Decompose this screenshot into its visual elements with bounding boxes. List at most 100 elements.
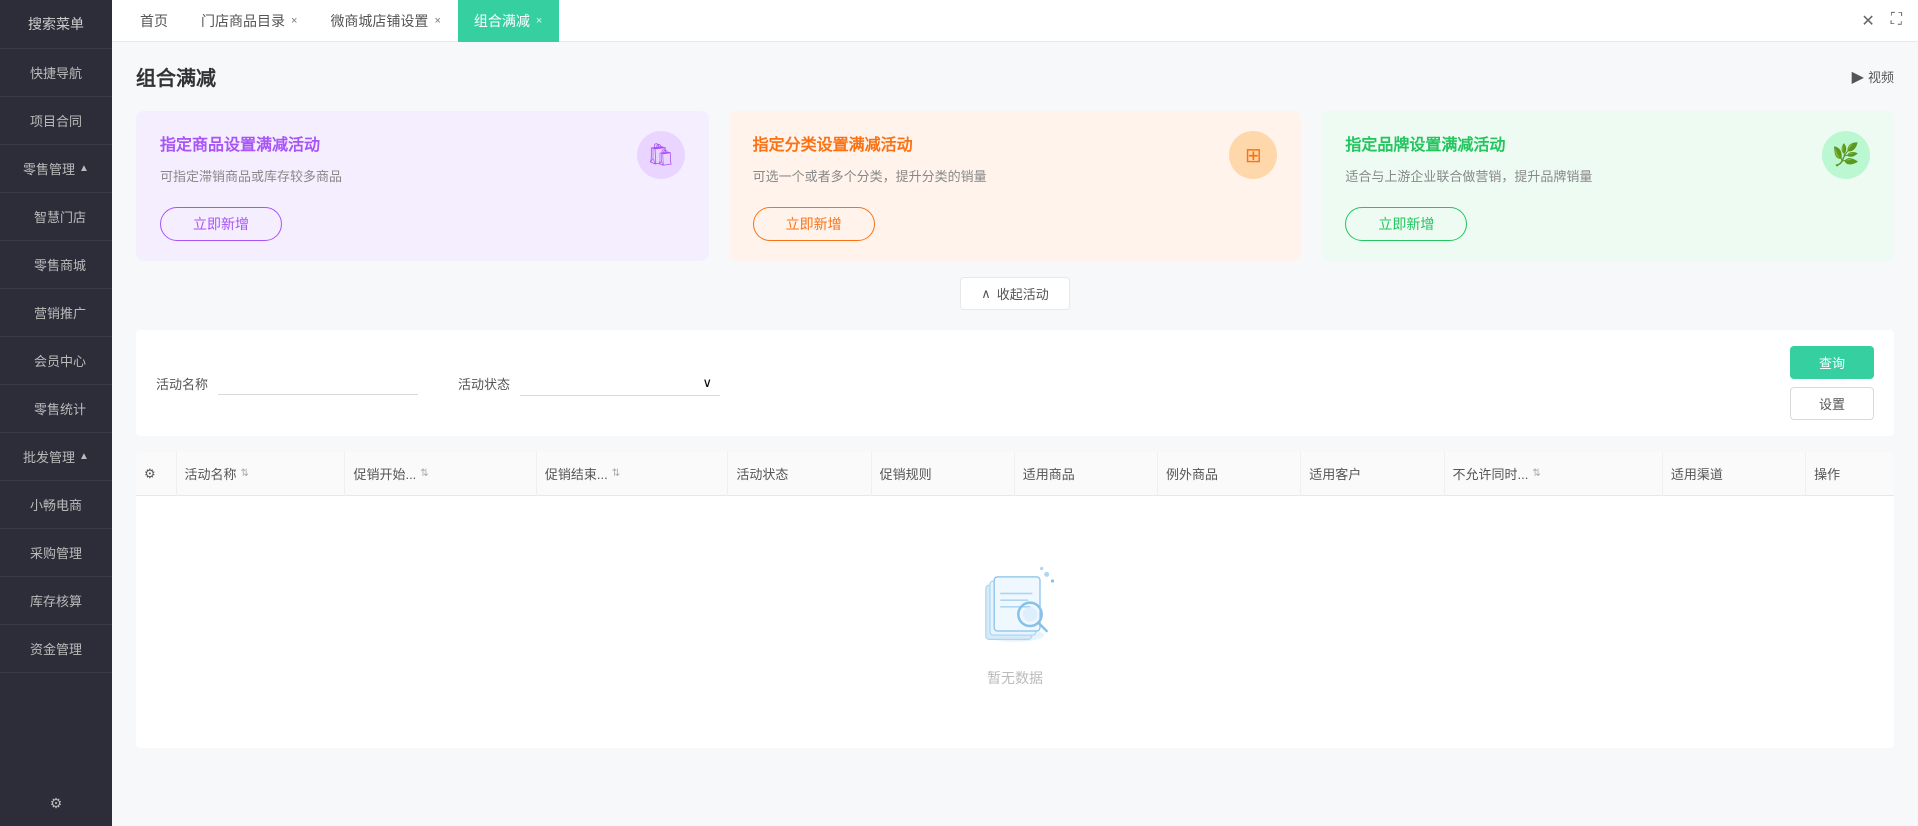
- fullscreen-icon[interactable]: ⛶: [1887, 7, 1906, 35]
- brand-card-add-button[interactable]: 立即新增: [1345, 207, 1467, 241]
- data-table: ⚙ 活动名称 ⇅ 促销开始... ⇅: [136, 452, 1894, 748]
- empty-state: 暂无数据: [136, 496, 1894, 748]
- tab-combo-discount-close[interactable]: ×: [536, 15, 542, 27]
- tab-store-catalog[interactable]: 门店商品目录 ×: [185, 0, 314, 42]
- sidebar-item-marketing[interactable]: 营销推广: [0, 289, 112, 337]
- tab-bar-actions: ✕ ⛶: [1857, 7, 1906, 35]
- collapse-activity-button[interactable]: ∧ 收起活动: [960, 277, 1070, 310]
- table-col-exception-goods: 例外商品: [1158, 452, 1301, 496]
- col-exception-goods-label: 例外商品: [1166, 467, 1218, 482]
- tab-wechat-store-label: 微商城店铺设置: [330, 11, 428, 31]
- sidebar-item-retail-mgmt[interactable]: 零售管理 ▲: [0, 145, 112, 193]
- table-col-promo-start: 促销开始... ⇅: [345, 452, 536, 496]
- table-col-applicable-customers: 适用客户: [1301, 452, 1444, 496]
- sidebar-item-quick-nav[interactable]: 快捷导航: [0, 49, 112, 97]
- table-col-promo-rule: 促销规则: [871, 452, 1014, 496]
- table-col-applicable-goods: 适用商品: [1014, 452, 1157, 496]
- page-title: 组合满减: [136, 62, 216, 91]
- table-col-operation: 操作: [1806, 452, 1894, 496]
- setting-button[interactable]: 设置: [1790, 387, 1874, 420]
- table-col-applicable-channel: 适用渠道: [1662, 452, 1805, 496]
- col-activity-name-label: 活动名称: [185, 464, 237, 483]
- sidebar: 搜索菜单 快捷导航 项目合同 零售管理 ▲ 智慧门店 零售商城 营销推广 会员中…: [0, 0, 112, 826]
- col-activity-status-label: 活动状态: [736, 467, 788, 482]
- table-col-no-concurrent: 不允许同时... ⇅: [1444, 452, 1662, 496]
- product-card-icon: 🛍: [637, 131, 685, 179]
- sidebar-item-label: 批发管理: [23, 447, 75, 466]
- tab-bar: 首页 门店商品目录 × 微商城店铺设置 × 组合满减 × ✕ ⛶: [112, 0, 1918, 42]
- category-card-desc: 可选一个或者多个分类，提升分类的销量: [753, 167, 1278, 187]
- sidebar-item-inventory[interactable]: 库存核算: [0, 577, 112, 625]
- chevron-up-icon: ∧: [981, 286, 991, 302]
- sort-icon-promo-start[interactable]: ⇅: [420, 468, 428, 479]
- chevron-down-icon: ▲: [79, 451, 89, 462]
- page-header: 组合满减 ▶ 视频: [136, 62, 1894, 91]
- play-circle-icon: ▶: [1852, 67, 1864, 87]
- gear-icon: ⚙: [144, 466, 156, 481]
- brand-card-title: 指定品牌设置满减活动: [1345, 131, 1870, 155]
- collapse-btn-label: 收起活动: [997, 284, 1049, 303]
- promo-cards-row: 🛍 指定商品设置满减活动 可指定滞销商品或库存较多商品 立即新增 ⊞ 指定分类设…: [136, 111, 1894, 261]
- activity-name-label: 活动名称: [156, 374, 208, 393]
- brand-promo-card: 🌿 指定品牌设置满减活动 适合与上游企业联合做营销，提升品牌销量 立即新增: [1321, 111, 1894, 261]
- category-card-add-button[interactable]: 立即新增: [753, 207, 875, 241]
- sidebar-item-retail-stats[interactable]: 零售统计: [0, 385, 112, 433]
- table-col-gear[interactable]: ⚙: [136, 452, 176, 496]
- col-applicable-goods-label: 适用商品: [1023, 467, 1075, 482]
- tab-wechat-store-close[interactable]: ×: [434, 15, 440, 27]
- activity-status-field: 活动状态 ∨: [458, 371, 720, 396]
- sort-icon-promo-end[interactable]: ⇅: [612, 468, 620, 479]
- category-promo-card: ⊞ 指定分类设置满减活动 可选一个或者多个分类，提升分类的销量 立即新增: [729, 111, 1302, 261]
- product-card-add-button[interactable]: 立即新增: [160, 207, 282, 241]
- search-bar: 活动名称 活动状态 ∨ 查询 设置: [136, 330, 1894, 436]
- activity-status-label: 活动状态: [458, 374, 510, 393]
- sidebar-item-retail-mall[interactable]: 零售商城: [0, 241, 112, 289]
- data-table-wrap: ⚙ 活动名称 ⇅ 促销开始... ⇅: [136, 452, 1894, 748]
- col-operation-label: 操作: [1814, 467, 1840, 482]
- sidebar-search[interactable]: 搜索菜单: [0, 0, 112, 49]
- tab-wechat-store[interactable]: 微商城店铺设置 ×: [314, 0, 457, 42]
- chevron-up-icon: ▲: [79, 163, 89, 174]
- sidebar-item-label: 零售管理: [23, 159, 75, 178]
- col-applicable-customers-label: 适用客户: [1309, 467, 1361, 482]
- empty-state-row: 暂无数据: [136, 496, 1894, 749]
- table-col-activity-status: 活动状态: [728, 452, 871, 496]
- tab-home[interactable]: 首页: [124, 0, 185, 42]
- empty-icon: [965, 556, 1065, 656]
- brand-card-desc: 适合与上游企业联合做营销，提升品牌销量: [1345, 167, 1870, 187]
- sidebar-item-wholesale-mgmt[interactable]: 批发管理 ▲: [0, 433, 112, 481]
- table-col-promo-end: 促销结束... ⇅: [536, 452, 727, 496]
- sidebar-item-purchase-mgmt[interactable]: 采购管理: [0, 529, 112, 577]
- sidebar-item-finance[interactable]: 资金管理: [0, 625, 112, 673]
- activity-name-input[interactable]: [218, 371, 418, 395]
- sort-icon-activity-name[interactable]: ⇅: [241, 468, 249, 479]
- sort-icon-no-concurrent[interactable]: ⇅: [1532, 468, 1540, 479]
- sidebar-item-xc-ecommerce[interactable]: 小畅电商: [0, 481, 112, 529]
- tab-combo-discount[interactable]: 组合满减 ×: [458, 0, 559, 42]
- col-promo-end-label: 促销结束...: [545, 464, 608, 483]
- col-promo-rule-label: 促销规则: [880, 467, 932, 482]
- tab-combo-discount-label: 组合满减: [474, 11, 530, 31]
- product-promo-card: 🛍 指定商品设置满减活动 可指定滞销商品或库存较多商品 立即新增: [136, 111, 709, 261]
- col-no-concurrent-label: 不允许同时...: [1453, 464, 1529, 483]
- col-applicable-channel-label: 适用渠道: [1671, 467, 1723, 482]
- query-button[interactable]: 查询: [1790, 346, 1874, 379]
- sidebar-item-smart-store[interactable]: 智慧门店: [0, 193, 112, 241]
- tab-store-catalog-close[interactable]: ×: [291, 15, 297, 27]
- settings-icon[interactable]: ⚙: [0, 781, 112, 826]
- category-card-title: 指定分类设置满减活动: [753, 131, 1278, 155]
- table-col-activity-name: 活动名称 ⇅: [176, 452, 345, 496]
- main-area: 首页 门店商品目录 × 微商城店铺设置 × 组合满减 × ✕ ⛶ 组合满减 ▶ …: [112, 0, 1918, 826]
- sidebar-item-member-center[interactable]: 会员中心: [0, 337, 112, 385]
- activity-status-select[interactable]: ∨: [520, 371, 720, 396]
- sidebar-item-project-contract[interactable]: 项目合同: [0, 97, 112, 145]
- table-head: ⚙ 活动名称 ⇅ 促销开始... ⇅: [136, 452, 1894, 496]
- video-link[interactable]: ▶ 视频: [1852, 67, 1894, 87]
- empty-text: 暂无数据: [987, 668, 1043, 688]
- video-link-label: 视频: [1868, 67, 1894, 86]
- tab-store-catalog-label: 门店商品目录: [201, 11, 285, 31]
- product-card-desc: 可指定滞销商品或库存较多商品: [160, 167, 685, 187]
- tab-home-label: 首页: [140, 11, 168, 31]
- brand-card-icon: 🌿: [1822, 131, 1870, 179]
- close-window-icon[interactable]: ✕: [1857, 7, 1878, 35]
